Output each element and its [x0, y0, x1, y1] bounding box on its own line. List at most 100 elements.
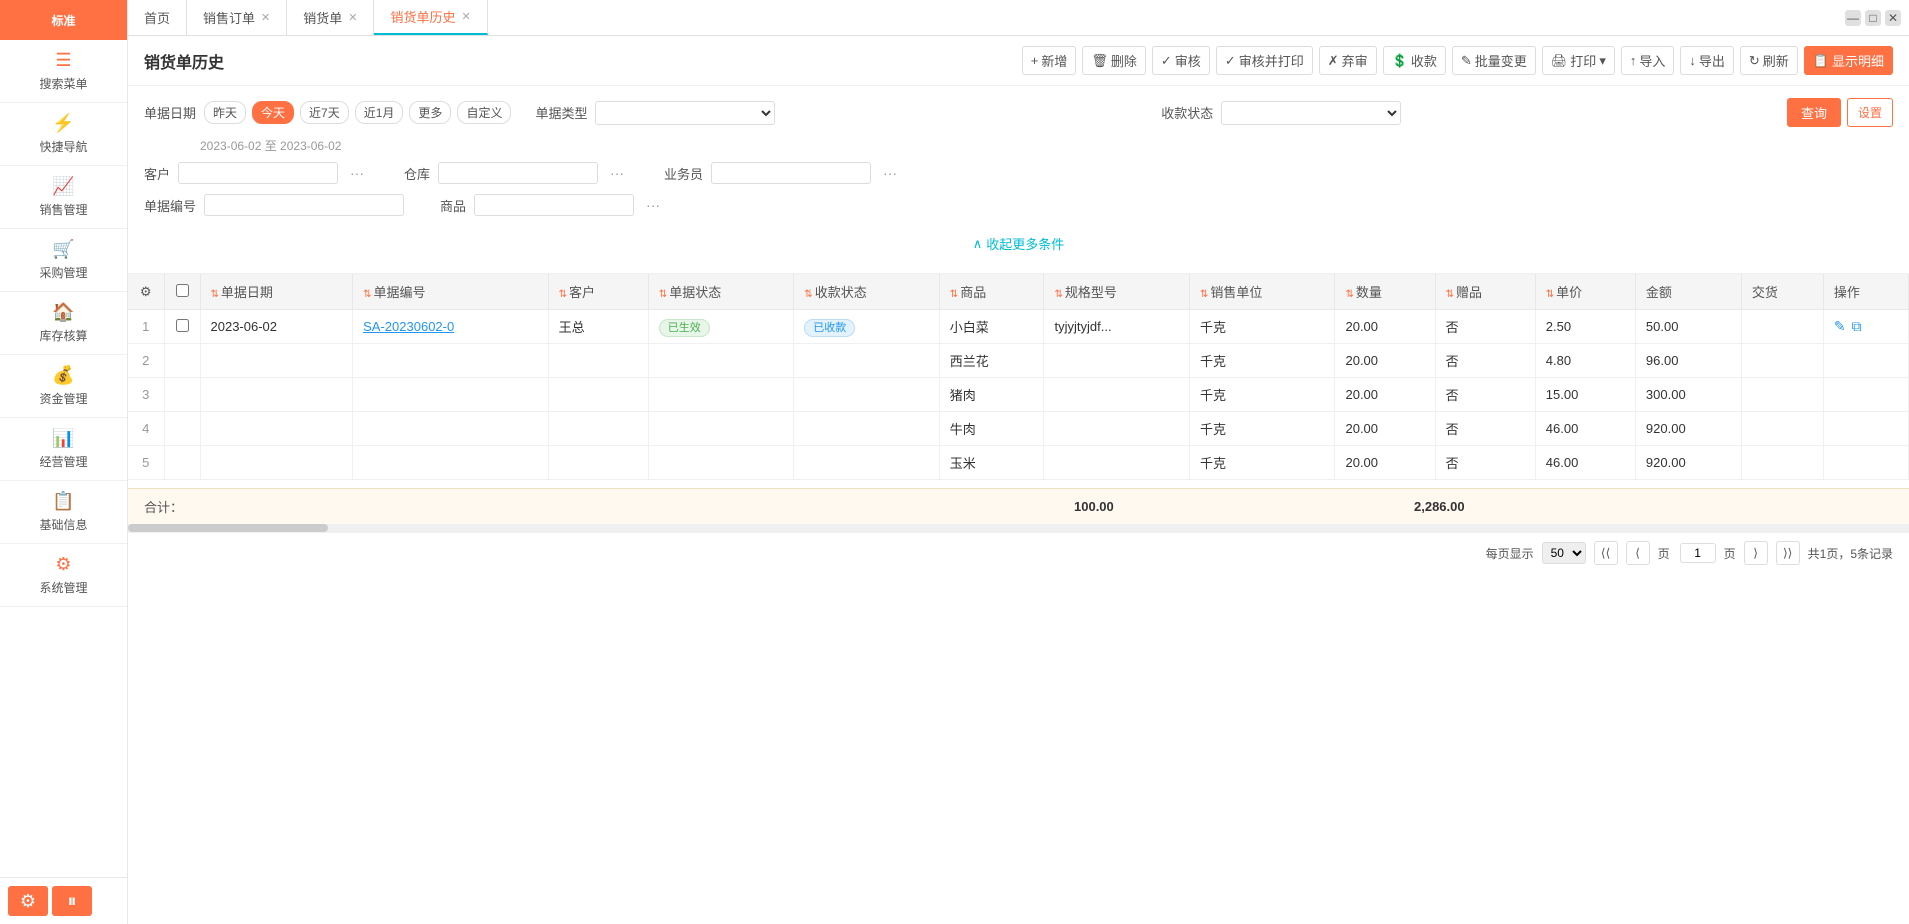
per-page-select[interactable]: 50	[1542, 542, 1586, 564]
product-input[interactable]	[474, 194, 634, 216]
cell-checkbox[interactable]	[164, 344, 200, 378]
warehouse-dots[interactable]: ···	[606, 163, 628, 183]
cell-actions: ✎ ⧉	[1823, 310, 1908, 344]
cell-checkbox[interactable]	[164, 310, 200, 344]
salesperson-input[interactable]	[711, 162, 871, 184]
col-payment-status[interactable]: ⇅收款状态	[794, 274, 940, 310]
col-unit-price[interactable]: ⇅单价	[1535, 274, 1635, 310]
tab-sales-goods-history-close[interactable]: ✕	[462, 10, 471, 23]
page-number-input[interactable]	[1680, 543, 1716, 563]
warehouse-input[interactable]	[438, 162, 598, 184]
footer-totals: 100.00 2,286.00	[324, 499, 1893, 514]
sidebar-item-search-menu[interactable]: ☰ 搜索菜单	[0, 40, 127, 103]
filter-area: 单据日期 昨天 今天 近7天 近1月 更多 自定义 单据类型	[128, 86, 1909, 274]
salesperson-dots[interactable]: ···	[879, 163, 901, 183]
sidebar-item-purchase-mgmt[interactable]: 🛒 采购管理	[0, 229, 127, 292]
sidebar-item-finance-mgmt[interactable]: 💰 资金管理	[0, 355, 127, 418]
batch-change-button[interactable]: ✎ 批量变更	[1452, 46, 1536, 75]
col-checkbox[interactable]	[164, 274, 200, 310]
date-chip-1month[interactable]: 近1月	[355, 101, 404, 124]
filter-group-date: 单据日期 昨天 今天 近7天 近1月 更多 自定义	[144, 101, 511, 124]
collect-button[interactable]: 💲 收款	[1383, 46, 1446, 75]
cell-unit: 千克	[1189, 412, 1335, 446]
voucher-no-link[interactable]: SA-20230602-0	[363, 319, 454, 334]
col-quantity[interactable]: ⇅数量	[1335, 274, 1435, 310]
audit-icon: ✓	[1161, 53, 1172, 69]
date-chip-7days[interactable]: 近7天	[300, 101, 349, 124]
collapse-button[interactable]: ∧ 收起更多条件	[144, 230, 1893, 257]
print-button[interactable]: 🖨 打印 ▾	[1542, 46, 1615, 75]
select-all-checkbox[interactable]	[176, 284, 189, 297]
window-minimize-btn[interactable]: —	[1845, 10, 1861, 26]
audit-print-button[interactable]: ✓ 审核并打印	[1216, 46, 1313, 75]
abandon-button[interactable]: ✗ 弃审	[1319, 46, 1377, 75]
col-no[interactable]: ⇅单据编号	[353, 274, 549, 310]
col-customer[interactable]: ⇅客户	[548, 274, 648, 310]
refresh-button[interactable]: ↻ 刷新	[1740, 46, 1798, 75]
date-chip-yesterday[interactable]: 昨天	[204, 101, 246, 124]
sidebar-item-sales-mgmt[interactable]: 📈 销售管理	[0, 166, 127, 229]
date-chip-today[interactable]: 今天	[252, 101, 294, 124]
tab-sales-order[interactable]: 销售订单 ✕	[187, 0, 287, 35]
payment-status-select[interactable]	[1221, 101, 1401, 125]
date-chip-more[interactable]: 更多	[409, 101, 451, 124]
page-last-btn[interactable]: ⟩⟩	[1776, 541, 1800, 565]
window-maximize-btn[interactable]: □	[1865, 10, 1881, 26]
delete-button[interactable]: 🗑 删除	[1082, 46, 1146, 75]
col-settings[interactable]: ⚙	[128, 274, 164, 310]
sidebar-collapse-btn[interactable]: ⏸	[52, 886, 92, 916]
export-button[interactable]: ↓ 导出	[1680, 46, 1734, 75]
cell-checkbox[interactable]	[164, 412, 200, 446]
batch-change-icon: ✎	[1461, 53, 1472, 69]
settings-button[interactable]: 设置	[1847, 98, 1893, 127]
cell-no[interactable]: SA-20230602-0	[353, 310, 549, 344]
col-voucher-status[interactable]: ⇅单据状态	[648, 274, 794, 310]
window-close-btn[interactable]: ✕	[1885, 10, 1901, 26]
import-button[interactable]: ↑ 导入	[1621, 46, 1675, 75]
filter-group-payment-status: 收款状态	[1161, 101, 1771, 125]
sidebar-item-quick-nav[interactable]: ⚡ 快捷导航	[0, 103, 127, 166]
sidebar-item-system-mgmt[interactable]: ⚙ 系统管理	[0, 544, 127, 607]
customer-input[interactable]	[178, 162, 338, 184]
col-gift[interactable]: ⇅赠品	[1435, 274, 1535, 310]
add-button[interactable]: + 新增	[1022, 46, 1077, 75]
sidebar-item-operations-mgmt[interactable]: 📊 经营管理	[0, 418, 127, 481]
row-checkbox[interactable]	[176, 319, 189, 332]
sidebar-item-basic-info[interactable]: 📋 基础信息	[0, 481, 127, 544]
inventory-icon: 🏠	[52, 302, 74, 323]
edit-action-btn[interactable]: ✎	[1834, 318, 1846, 335]
voucher-no-input[interactable]	[204, 194, 404, 216]
page-first-btn[interactable]: ⟨⟨	[1594, 541, 1618, 565]
col-spec[interactable]: ⇅规格型号	[1044, 274, 1190, 310]
sidebar-item-inventory-calc[interactable]: 🏠 库存核算	[0, 292, 127, 355]
cell-customer	[548, 378, 648, 412]
page-next-btn[interactable]: ⟩	[1744, 541, 1768, 565]
customer-dots[interactable]: ···	[346, 163, 368, 183]
tab-sales-goods[interactable]: 销货单 ✕	[287, 0, 374, 35]
show-detail-button[interactable]: 📋 显示明细	[1804, 46, 1893, 75]
sidebar-settings-btn[interactable]: ⚙	[8, 886, 48, 916]
cell-quantity: 20.00	[1335, 446, 1435, 480]
tab-sales-order-close[interactable]: ✕	[261, 11, 270, 24]
cell-checkbox[interactable]	[164, 446, 200, 480]
cell-product: 小白菜	[939, 310, 1044, 344]
query-button[interactable]: 查询	[1787, 98, 1841, 127]
voucher-type-select[interactable]	[595, 101, 775, 125]
scrollbar-thumb[interactable]	[128, 524, 328, 532]
audit-print-icon: ✓	[1225, 53, 1236, 69]
col-product[interactable]: ⇅商品	[939, 274, 1044, 310]
tab-home[interactable]: 首页	[128, 0, 187, 35]
tab-sales-goods-close[interactable]: ✕	[348, 11, 357, 24]
tab-sales-goods-history[interactable]: 销货单历史 ✕	[374, 0, 487, 35]
horizontal-scrollbar[interactable]	[128, 524, 1909, 532]
product-dots[interactable]: ···	[642, 195, 664, 215]
col-unit[interactable]: ⇅销售单位	[1189, 274, 1335, 310]
table-header-row: ⚙ ⇅单据日期 ⇅单据编号 ⇅客户 ⇅单据状态 ⇅收款状态 ⇅商品 ⇅规格型号 …	[128, 274, 1909, 310]
date-chip-custom[interactable]: 自定义	[457, 101, 511, 124]
audit-button[interactable]: ✓ 审核	[1152, 46, 1210, 75]
copy-action-btn[interactable]: ⧉	[1852, 318, 1862, 335]
abandon-icon: ✗	[1328, 53, 1339, 69]
col-date[interactable]: ⇅单据日期	[200, 274, 353, 310]
cell-checkbox[interactable]	[164, 378, 200, 412]
page-prev-btn[interactable]: ⟨	[1626, 541, 1650, 565]
